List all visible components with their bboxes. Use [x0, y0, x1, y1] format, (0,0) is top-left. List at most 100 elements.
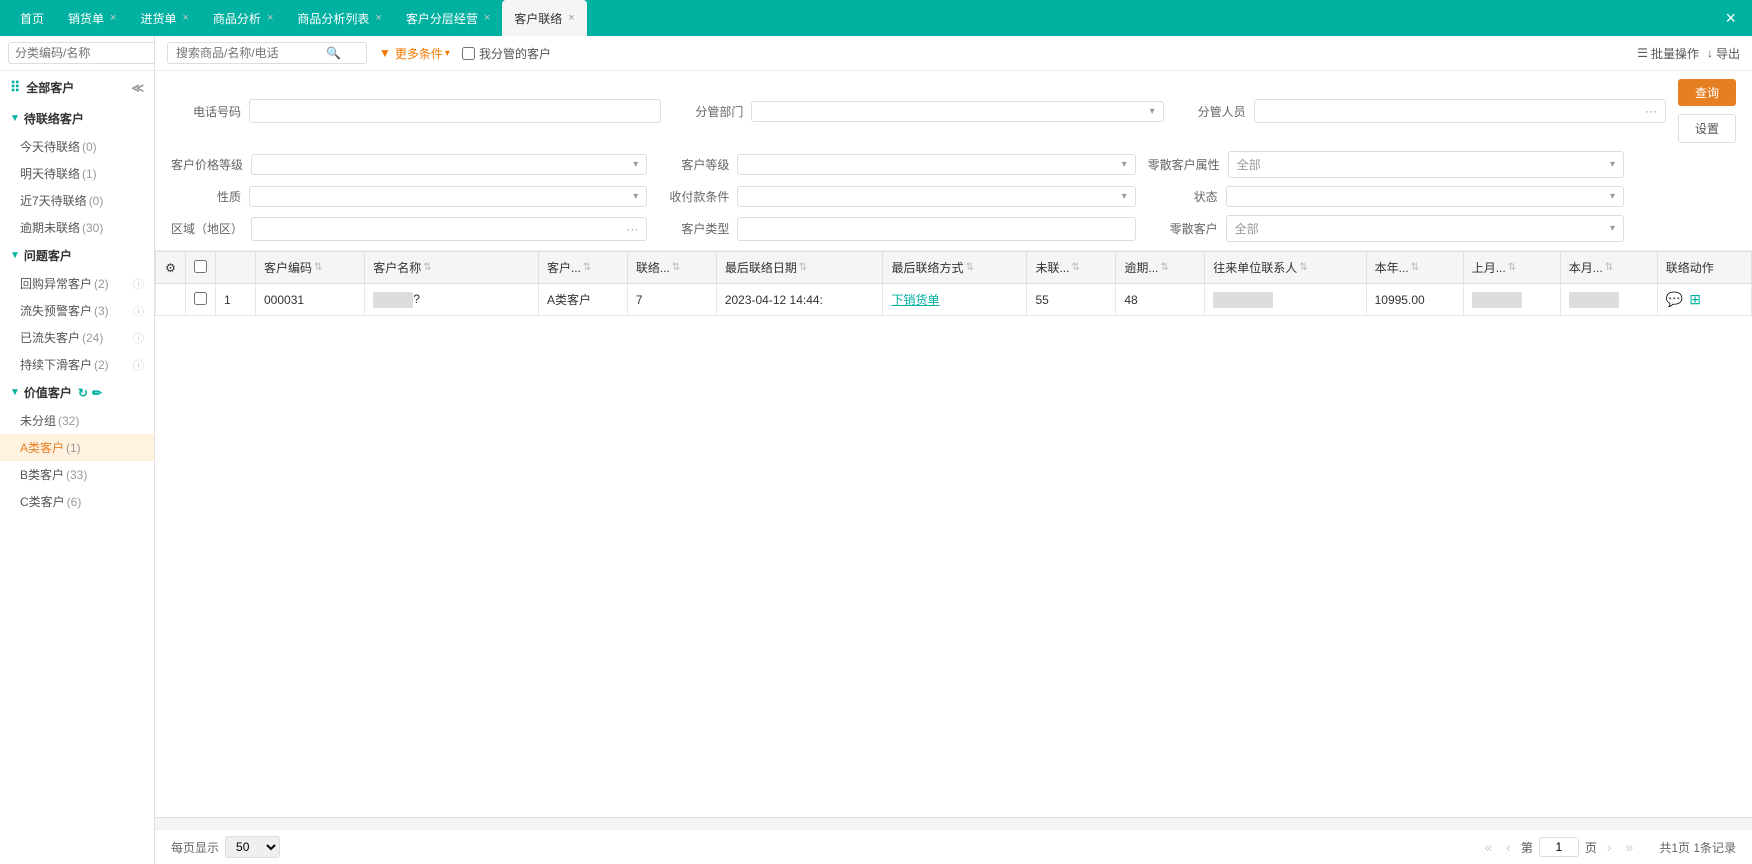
export-button[interactable]: ↓ 导出: [1707, 45, 1740, 62]
sidebar-all-customers[interactable]: ⠿ 全部客户 ≪: [0, 71, 154, 104]
sidebar-item-abnormal[interactable]: 回购异常客户(2) ⓘ: [0, 270, 154, 297]
unit-contacts-column-header[interactable]: 往来单位联系人 ⇅: [1205, 252, 1366, 284]
tab-sales[interactable]: 销货单 ×: [56, 0, 128, 36]
sidebar-item-tomorrow[interactable]: 明天待联络(1): [0, 160, 154, 187]
level-column-header[interactable]: 客户... ⇅: [538, 252, 627, 284]
row-name: ?: [365, 284, 539, 316]
phone-input[interactable]: [249, 99, 661, 123]
retail-attr-select[interactable]: 全部 ▾: [1228, 151, 1624, 178]
region-field: 区域（地区） ···: [171, 217, 647, 241]
row-checkbox[interactable]: [194, 292, 207, 305]
sidebar-item-ungrouped[interactable]: 未分组(32): [0, 407, 154, 434]
customer-grade-select[interactable]: ▾: [737, 154, 1135, 175]
retail-attr-field: 零散客户属性 全部 ▾: [1148, 151, 1624, 178]
filter-row-3: 性质 ▾ 收付款条件 ▾ 状态: [171, 186, 1736, 207]
batch-icon: ☰: [1637, 46, 1648, 60]
row-this-year: 10995.00: [1366, 284, 1463, 316]
tab-home[interactable]: 首页: [8, 0, 56, 36]
close-sales-tab[interactable]: ×: [110, 12, 116, 24]
row-last-method[interactable]: 下销货单: [883, 284, 1027, 316]
this-year-column-header[interactable]: 本年... ⇅: [1366, 252, 1463, 284]
chat-icon[interactable]: 💬: [1666, 291, 1683, 308]
page-size-select[interactable]: 50 100 200: [225, 836, 280, 858]
manager-select[interactable]: ···: [1254, 99, 1666, 123]
batch-operations-button[interactable]: ☰ 批量操作: [1637, 45, 1699, 62]
last-month-column-header[interactable]: 上月... ⇅: [1463, 252, 1560, 284]
sidebar-search-input[interactable]: [8, 42, 155, 64]
tab-customer-tier[interactable]: 客户分层经营 ×: [394, 0, 502, 36]
close-customer-tier-tab[interactable]: ×: [484, 12, 490, 24]
close-product-list-tab[interactable]: ×: [375, 12, 381, 24]
refresh-icon[interactable]: ↻: [78, 386, 88, 400]
close-product-analysis-tab[interactable]: ×: [267, 12, 273, 24]
sidebar-item-class-a[interactable]: A类客户(1): [0, 434, 154, 461]
close-all-button[interactable]: ×: [1717, 8, 1744, 29]
sidebar-item-declining[interactable]: 持续下滑客户(2) ⓘ: [0, 351, 154, 378]
customer-type-input[interactable]: [737, 217, 1135, 241]
qr-icon[interactable]: ⊞: [1689, 291, 1701, 308]
row-action: 💬 ⊞: [1657, 284, 1751, 316]
last-contact-method-column-header[interactable]: 最后联络方式 ⇅: [883, 252, 1027, 284]
prev-page-button[interactable]: ‹: [1502, 837, 1515, 857]
filter-row-1: 电话号码 分管部门 ▾ 分管人员 ···: [171, 79, 1736, 143]
this-month-column-header[interactable]: 本月... ⇅: [1560, 252, 1657, 284]
sidebar-group-problem[interactable]: ▼ 问题客户: [0, 241, 154, 270]
no-contact-column-header[interactable]: 未联... ⇅: [1027, 252, 1116, 284]
contacts-column-header[interactable]: 联络... ⇅: [627, 252, 716, 284]
more-filters-button[interactable]: ▼ 更多条件 ▾: [379, 45, 450, 62]
overdue-column-header[interactable]: 逾期... ⇅: [1116, 252, 1205, 284]
tab-purchase[interactable]: 进货单 ×: [128, 0, 200, 36]
edit-icon[interactable]: ✏: [92, 386, 102, 400]
filter-search-input[interactable]: [176, 46, 326, 60]
close-customer-contact-tab[interactable]: ×: [568, 12, 574, 24]
name-column-header[interactable]: 客户名称 ⇅: [365, 252, 539, 284]
gear-column-header[interactable]: ⚙: [156, 252, 186, 284]
tab-product-analysis[interactable]: 商品分析 ×: [201, 0, 285, 36]
sidebar-group-pending[interactable]: ▼ 待联络客户: [0, 104, 154, 133]
filter-search-icon[interactable]: 🔍: [326, 46, 341, 60]
last-page-button[interactable]: »: [1622, 837, 1638, 857]
first-page-button[interactable]: «: [1480, 837, 1496, 857]
tab-product-analysis-list[interactable]: 商品分析列表 ×: [285, 0, 393, 36]
last-month-sort-icon: ⇅: [1508, 262, 1516, 273]
dept-select[interactable]: ▾: [751, 101, 1163, 122]
action-icons: 💬 ⊞: [1666, 291, 1743, 308]
tab-customer-contact[interactable]: 客户联络 ×: [502, 0, 586, 36]
payment-select[interactable]: ▾: [737, 186, 1135, 207]
customer-type-field: 客户类型: [659, 217, 1135, 241]
horizontal-scrollbar[interactable]: [155, 818, 1752, 829]
page-number-input[interactable]: [1539, 837, 1579, 857]
next-page-button[interactable]: ›: [1603, 837, 1616, 857]
sidebar-item-7days[interactable]: 近7天待联络(0): [0, 187, 154, 214]
payment-label: 收付款条件: [659, 188, 729, 205]
code-column-header[interactable]: 客户编码 ⇅: [256, 252, 365, 284]
sidebar-group-value[interactable]: ▼ 价值客户 ↻ ✏: [0, 378, 154, 407]
price-grade-label: 客户价格等级: [171, 156, 243, 173]
sidebar-item-today[interactable]: 今天待联络(0): [0, 133, 154, 160]
select-all-checkbox[interactable]: [194, 260, 207, 273]
export-icon: ↓: [1707, 46, 1713, 60]
sidebar-item-overdue[interactable]: 逾期未联络(30): [0, 214, 154, 241]
sidebar-item-churned[interactable]: 已流失客户(24) ⓘ: [0, 324, 154, 351]
status-select[interactable]: ▾: [1226, 186, 1624, 207]
query-button[interactable]: 查询: [1678, 79, 1736, 106]
sidebar-item-churn-warning[interactable]: 流失预警客户(3) ⓘ: [0, 297, 154, 324]
grid-icon: ⠿: [10, 79, 20, 96]
nature-select[interactable]: ▾: [249, 186, 647, 207]
sidebar-item-class-b[interactable]: B类客户(33): [0, 461, 154, 488]
row-overdue: 48: [1116, 284, 1205, 316]
region-select[interactable]: ···: [251, 217, 647, 241]
mine-filter-checkbox[interactable]: [462, 47, 475, 60]
this-year-sort-icon: ⇅: [1411, 262, 1419, 273]
nature-arrow-icon: ▾: [633, 191, 638, 202]
collapse-icon: ≪: [131, 81, 144, 95]
retail-customer-select[interactable]: 全部 ▾: [1226, 215, 1624, 242]
arrow-down-icon-2: ▼: [10, 250, 20, 261]
close-purchase-tab[interactable]: ×: [182, 12, 188, 24]
price-grade-select[interactable]: ▾: [251, 154, 647, 175]
no-contact-sort-icon: ⇅: [1071, 262, 1079, 273]
sidebar-item-class-c[interactable]: C类客户(6): [0, 488, 154, 515]
last-contact-date-column-header[interactable]: 最后联络日期 ⇅: [716, 252, 883, 284]
region-dots-icon: ···: [626, 222, 638, 236]
setting-button[interactable]: 设置: [1678, 114, 1736, 143]
